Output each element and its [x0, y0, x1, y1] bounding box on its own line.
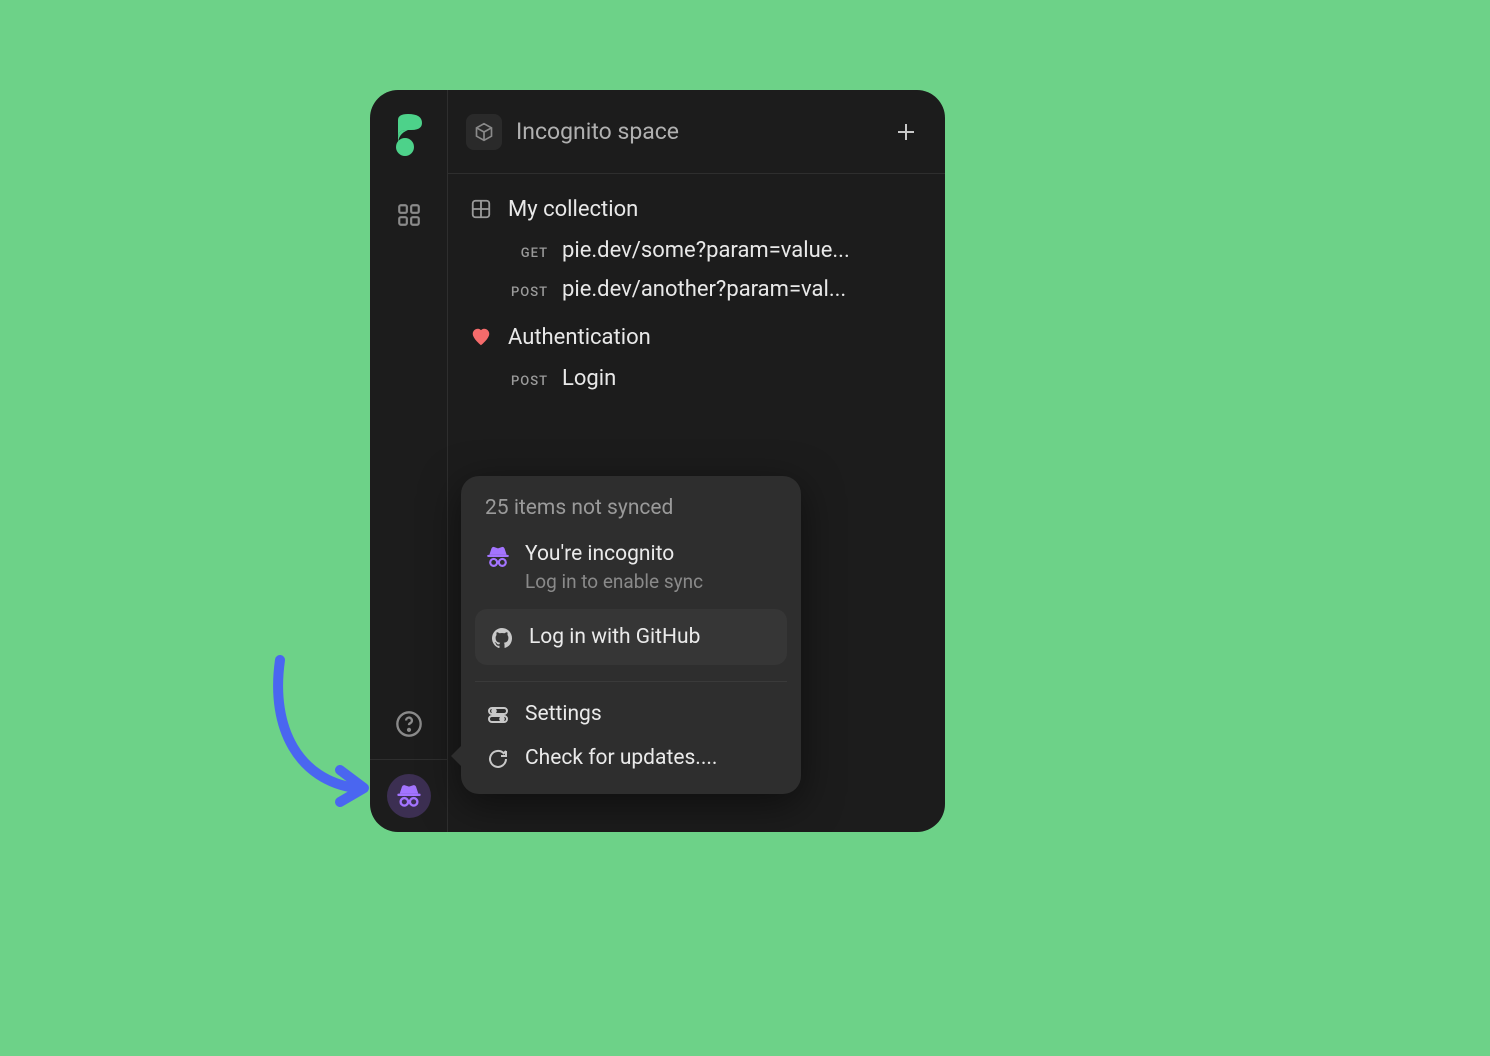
collection-grid-icon	[468, 196, 494, 222]
method-label: POST	[506, 285, 548, 300]
heart-icon	[468, 324, 494, 350]
app-logo-icon	[394, 114, 424, 156]
incognito-info-row: You're incognito Log in to enable sync	[475, 534, 787, 601]
request-path: Login	[562, 366, 616, 391]
method-label: POST	[506, 374, 548, 389]
request-path: pie.dev/another?param=val...	[562, 277, 846, 302]
collection-header[interactable]: Authentication	[468, 324, 925, 350]
request-path: pie.dev/some?param=value...	[562, 238, 850, 263]
request-row[interactable]: POST Login	[506, 366, 925, 391]
sidebar	[370, 90, 448, 832]
account-popover: 25 items not synced You're incognito Log…	[461, 476, 801, 794]
incognito-title: You're incognito	[525, 542, 703, 566]
collection: My collection GET pie.dev/some?param=val…	[468, 196, 925, 302]
incognito-avatar-button[interactable]	[387, 774, 431, 818]
check-updates-label: Check for updates....	[525, 746, 717, 770]
login-github-button[interactable]: Log in with GitHub	[475, 609, 787, 665]
login-github-label: Log in with GitHub	[529, 625, 700, 649]
sync-status: 25 items not synced	[475, 496, 787, 534]
space-cube-icon	[466, 114, 502, 150]
incognito-icon	[485, 544, 511, 570]
collection-list: My collection GET pie.dev/some?param=val…	[448, 174, 945, 427]
app-window: Incognito space My collection	[370, 90, 945, 832]
sidebar-divider	[370, 759, 447, 760]
check-updates-menu-item[interactable]: Check for updates....	[475, 736, 787, 780]
settings-menu-item[interactable]: Settings	[475, 692, 787, 736]
collection-name: Authentication	[508, 325, 651, 350]
help-button[interactable]	[387, 702, 431, 746]
github-icon	[489, 625, 515, 651]
settings-toggles-icon	[485, 702, 511, 728]
request-row[interactable]: POST pie.dev/another?param=val...	[506, 277, 925, 302]
collection-header[interactable]: My collection	[468, 196, 925, 222]
collections-tab-icon[interactable]	[392, 198, 426, 232]
settings-label: Settings	[525, 702, 602, 726]
add-button[interactable]	[891, 117, 921, 147]
collection: Authentication POST Login	[468, 324, 925, 391]
incognito-subtitle: Log in to enable sync	[525, 570, 703, 593]
method-label: GET	[506, 246, 548, 261]
header: Incognito space	[448, 90, 945, 174]
request-row[interactable]: GET pie.dev/some?param=value...	[506, 238, 925, 263]
space-title[interactable]: Incognito space	[516, 118, 877, 145]
refresh-icon	[485, 746, 511, 772]
popover-divider	[475, 681, 787, 682]
collection-name: My collection	[508, 197, 638, 222]
